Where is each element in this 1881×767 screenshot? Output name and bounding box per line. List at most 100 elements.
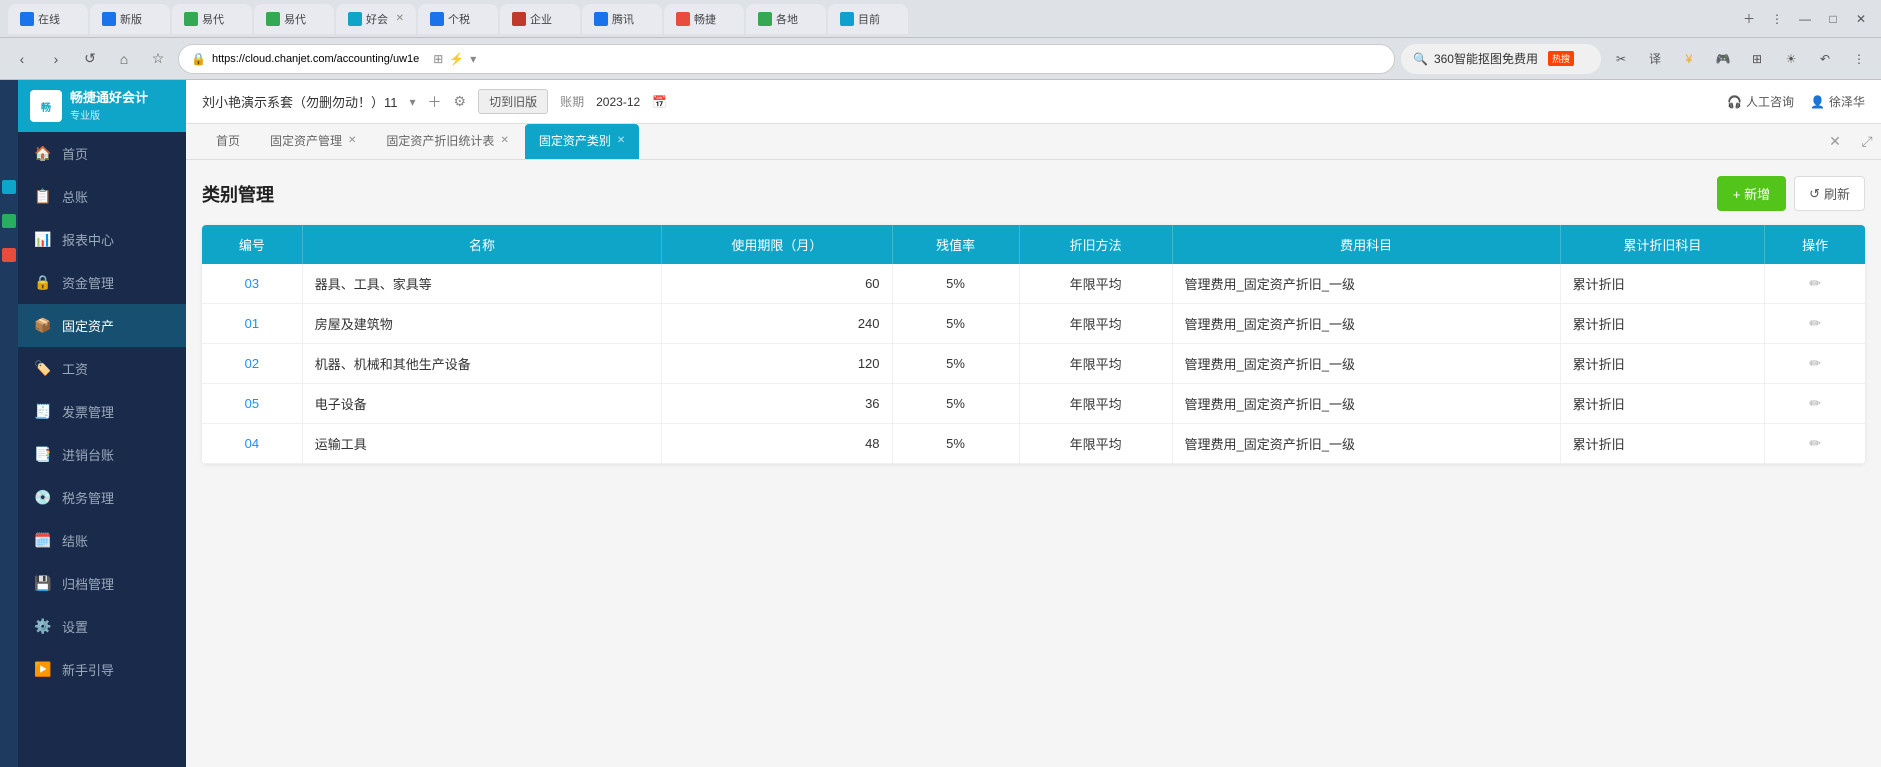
sidebar-label-2: 报表中心 — [62, 230, 114, 249]
sidebar-item-设置[interactable]: ⚙️设置 — [18, 605, 186, 648]
cell-method-4: 年限平均 — [1019, 424, 1172, 464]
forward-btn[interactable]: › — [42, 45, 70, 73]
sidebar-label-3: 资金管理 — [62, 273, 114, 292]
refresh-btn[interactable]: ↺ 刷新 — [1794, 176, 1865, 211]
sidebar-item-资金管理[interactable]: 🔒资金管理 — [18, 261, 186, 304]
sidebar-icon-8: 💿 — [34, 489, 52, 507]
cell-accum-1: 累计折旧 — [1560, 304, 1765, 344]
headset-icon: 🎧 — [1727, 95, 1742, 109]
sidebar-item-工资[interactable]: 🏷️工资 — [18, 347, 186, 390]
sidebar-item-税务管理[interactable]: 💿税务管理 — [18, 476, 186, 519]
sidebar-logo: 畅 — [30, 90, 62, 122]
home-btn[interactable]: ⌂ — [110, 45, 138, 73]
strip-icon-2[interactable] — [2, 214, 16, 228]
user-info[interactable]: 👤 徐泽华 — [1810, 93, 1865, 110]
sidebar-item-进销台账[interactable]: 📑进销台账 — [18, 433, 186, 476]
browser-tab-1[interactable]: 新版 — [90, 4, 170, 34]
cell-period-4: 48 — [662, 424, 892, 464]
browser-tab-5[interactable]: 个税 — [418, 4, 498, 34]
edit-btn-4[interactable]: ✏ — [1809, 435, 1821, 451]
search-box[interactable]: 🔍 360智能抠图免费用 热搜 — [1401, 44, 1601, 74]
sidebar-label-10: 归档管理 — [62, 574, 114, 593]
reload-btn[interactable]: ↺ — [76, 45, 104, 73]
col-header-0: 编号 — [202, 225, 302, 264]
sidebar-item-结账[interactable]: 🗓️结账 — [18, 519, 186, 562]
row-id-link-0[interactable]: 03 — [245, 276, 259, 291]
game-icon[interactable]: 🎮 — [1709, 45, 1737, 73]
tab-close-icon[interactable]: ✕ — [396, 13, 404, 24]
sidebar-item-发票管理[interactable]: 🧾发票管理 — [18, 390, 186, 433]
browser-tab-8[interactable]: 畅捷 — [664, 4, 744, 34]
strip-icon-1[interactable] — [2, 180, 16, 194]
bookmark-btn[interactable]: ☆ — [144, 45, 172, 73]
browser-tab-3[interactable]: 易代 — [254, 4, 334, 34]
page-tab-3[interactable]: 固定资产类别✕ — [525, 124, 639, 159]
brightness-icon[interactable]: ☀ — [1777, 45, 1805, 73]
sidebar-item-新手引导[interactable]: ▶️新手引导 — [18, 648, 186, 691]
translate-icon[interactable]: 译 — [1641, 45, 1669, 73]
page-tab-close-2[interactable]: ✕ — [500, 135, 508, 146]
edit-btn-0[interactable]: ✏ — [1809, 275, 1821, 291]
refresh-icon: ↺ — [1809, 186, 1820, 202]
search-text: 360智能抠图免费用 — [1434, 50, 1538, 67]
browser-tab-4[interactable]: 好会✕ — [336, 4, 416, 34]
address-url: https://cloud.chanjet.com/accounting/uw1… — [212, 53, 419, 65]
row-id-link-2[interactable]: 02 — [245, 356, 259, 371]
switch-btn[interactable]: 切到旧版 — [478, 89, 548, 114]
sidebar-item-首页[interactable]: 🏠首页 — [18, 132, 186, 175]
scissors-icon[interactable]: ✂ — [1607, 45, 1635, 73]
page-tab-0[interactable]: 首页 — [202, 124, 254, 159]
cell-residual-2: 5% — [892, 344, 1019, 384]
add-account-btn[interactable]: ＋ — [428, 92, 442, 112]
maximize-btn[interactable]: □ — [1821, 7, 1845, 31]
grid-icon[interactable]: ⊞ — [1743, 45, 1771, 73]
service-btn[interactable]: 🎧 人工咨询 — [1727, 93, 1794, 110]
edit-btn-3[interactable]: ✏ — [1809, 395, 1821, 411]
row-id-link-4[interactable]: 04 — [245, 436, 259, 451]
sidebar-item-归档管理[interactable]: 💾归档管理 — [18, 562, 186, 605]
app-header-right: 🎧 人工咨询 👤 徐泽华 — [1727, 93, 1865, 110]
more-icon[interactable]: ⋮ — [1845, 45, 1873, 73]
sidebar-label-12: 新手引导 — [62, 660, 114, 679]
add-btn[interactable]: + 新增 — [1717, 176, 1786, 211]
sidebar-item-报表中心[interactable]: 📊报表中心 — [18, 218, 186, 261]
sidebar-icon-7: 📑 — [34, 446, 52, 464]
page-body: 类别管理 + 新增 ↺ 刷新 编号名称使用期限（月）残值率折旧方法费用科目累计折… — [186, 160, 1881, 767]
cell-id-1: 01 — [202, 304, 302, 344]
edit-btn-2[interactable]: ✏ — [1809, 355, 1821, 371]
page-tab-2[interactable]: 固定资产折旧统计表✕ — [372, 124, 522, 159]
calendar-icon[interactable]: 📅 — [652, 95, 667, 109]
strip-icon-3[interactable] — [2, 248, 16, 262]
user-avatar-icon: 👤 — [1810, 95, 1825, 109]
sidebar-item-固定资产[interactable]: 📦固定资产 — [18, 304, 186, 347]
page-tab-label-1: 固定资产管理 — [270, 132, 342, 149]
browser-tab-2[interactable]: 易代 — [172, 4, 252, 34]
address-box[interactable]: 🔒 https://cloud.chanjet.com/accounting/u… — [178, 44, 1395, 74]
settings-btn[interactable]: ⚙ — [454, 93, 467, 110]
sidebar-item-总账[interactable]: 📋总账 — [18, 175, 186, 218]
coin-icon[interactable]: ¥ — [1675, 45, 1703, 73]
tabs-close-btn[interactable]: ✕ — [1821, 128, 1849, 156]
tab-settings-btn[interactable]: ⋮ — [1765, 7, 1789, 31]
undo-icon[interactable]: ↶ — [1811, 45, 1839, 73]
browser-tab-7[interactable]: 腾讯 — [582, 4, 662, 34]
row-id-link-3[interactable]: 05 — [245, 396, 259, 411]
browser-tab-9[interactable]: 各地 — [746, 4, 826, 34]
browser-tab-0[interactable]: 在线 — [8, 4, 88, 34]
new-tab-btn[interactable]: ＋ — [1737, 7, 1761, 31]
back-btn[interactable]: ‹ — [8, 45, 36, 73]
page-tab-1[interactable]: 固定资产管理 ✕ — [256, 124, 370, 159]
account-dropdown[interactable]: ▾ — [410, 95, 416, 109]
close-btn[interactable]: ✕ — [1849, 7, 1873, 31]
edit-btn-1[interactable]: ✏ — [1809, 315, 1821, 331]
browser-tab-6[interactable]: 企业 — [500, 4, 580, 34]
tabs-expand-btn[interactable]: ⤢ — [1853, 128, 1881, 156]
page-tab-close-1[interactable]: ✕ — [348, 135, 356, 146]
page-tab-close-3[interactable]: ✕ — [617, 135, 625, 146]
browser-tab-10[interactable]: 目前 — [828, 4, 908, 34]
row-id-link-1[interactable]: 01 — [245, 316, 259, 331]
minimize-btn[interactable]: — — [1793, 7, 1817, 31]
table-body: 03 器具、工具、家具等 60 5% 年限平均 管理费用_固定资产折旧_一级 累… — [202, 264, 1865, 464]
cell-action-4: ✏ — [1765, 424, 1865, 464]
app-layout: 畅 畅捷通好会计 专业版 🏠首页📋总账📊报表中心🔒资金管理📦固定资产🏷️工资🧾发… — [0, 80, 1881, 767]
